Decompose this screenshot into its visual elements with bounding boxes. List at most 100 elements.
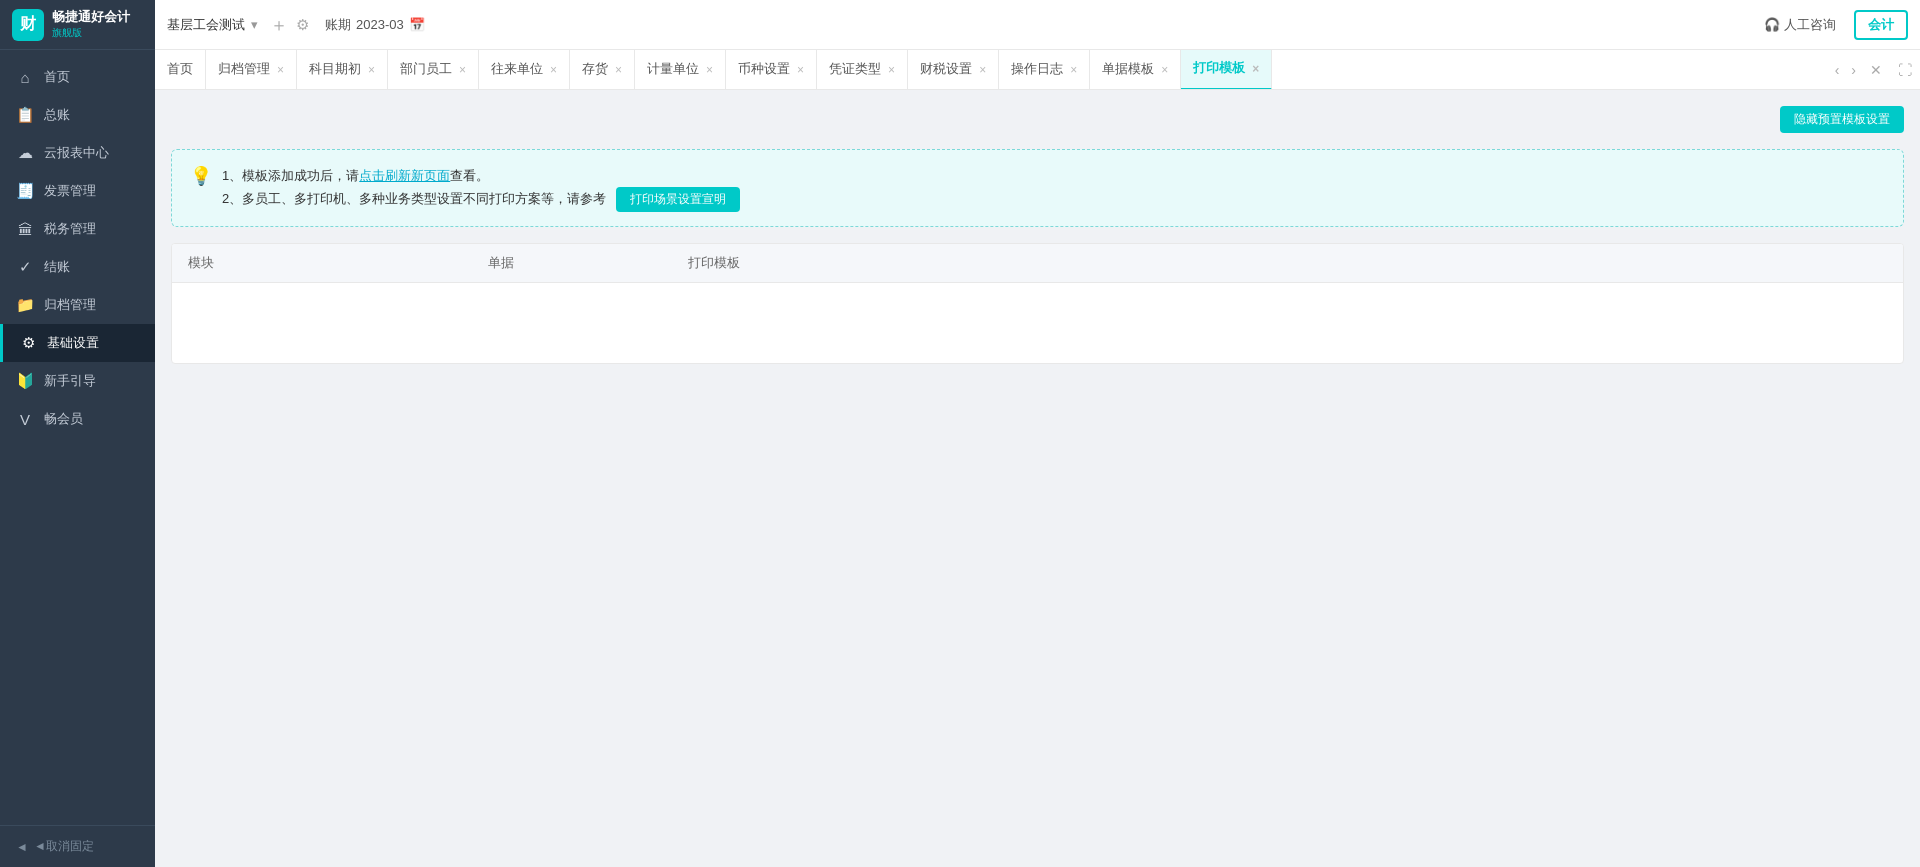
sidebar-label-guide: 新手引导 <box>44 372 96 390</box>
guide-icon: 🔰 <box>16 372 34 390</box>
tab-close-voucher_type[interactable]: × <box>888 63 895 77</box>
member-icon: V <box>16 411 34 428</box>
tab-inventory[interactable]: 存货 × <box>570 50 635 90</box>
tab-print_template[interactable]: 打印模板 × <box>1181 50 1272 90</box>
tab-single_template[interactable]: 单据模板 × <box>1090 50 1181 90</box>
tab-label-inventory: 存货 <box>582 61 608 78</box>
tab-label-single_template: 单据模板 <box>1102 61 1154 78</box>
sidebar-item-reports[interactable]: ☁云报表中心 <box>0 134 155 172</box>
th-单据: 单据 <box>472 244 672 282</box>
sidebar-label-archive: 归档管理 <box>44 296 96 314</box>
tab-close-archive[interactable]: × <box>277 63 284 77</box>
tab-close-unit[interactable]: × <box>706 63 713 77</box>
tab-close-counterparty[interactable]: × <box>550 63 557 77</box>
tab-close-operation_log[interactable]: × <box>1070 63 1077 77</box>
org-selector[interactable]: 基层工会测试 ▾ <box>167 16 258 34</box>
service-button[interactable]: 🎧 人工咨询 <box>1764 16 1836 34</box>
tab-counterparty[interactable]: 往来单位 × <box>479 50 570 90</box>
tab-subject[interactable]: 科目期初 × <box>297 50 388 90</box>
table-header: 模块单据打印模板 <box>172 244 1903 283</box>
content-header: 隐藏预置模板设置 <box>171 106 1904 141</box>
tab-close-print_template[interactable]: × <box>1252 62 1259 76</box>
tab-close-inventory[interactable]: × <box>615 63 622 77</box>
archive-icon: 📁 <box>16 296 34 314</box>
sidebar-item-ledger[interactable]: 📋总账 <box>0 96 155 134</box>
tab-label-unit: 计量单位 <box>647 61 699 78</box>
tab-close-department[interactable]: × <box>459 63 466 77</box>
tab-close-currency[interactable]: × <box>797 63 804 77</box>
sidebar-nav: ⌂首页📋总账☁云报表中心🧾发票管理🏛税务管理✓结账 📁 归档管理 ⚙ 基础设置 🔰 新手引导… <box>0 50 155 825</box>
home-icon: ⌂ <box>16 69 34 86</box>
tab-tax_settings[interactable]: 财税设置 × <box>908 50 999 90</box>
org-chevron-icon: ▾ <box>251 17 258 32</box>
tab-close-single_template[interactable]: × <box>1161 63 1168 77</box>
tab-department[interactable]: 部门员工 × <box>388 50 479 90</box>
app-logo-icon: 财 <box>12 9 44 41</box>
accountant-button[interactable]: 会计 <box>1854 10 1908 40</box>
settings-icon: ⚙ <box>19 334 37 352</box>
tab-next-button[interactable]: › <box>1845 50 1862 90</box>
th-打印模板: 打印模板 <box>672 244 1903 282</box>
th-模块: 模块 <box>172 244 472 282</box>
ledger-icon: 📋 <box>16 106 34 124</box>
tab-archive[interactable]: 归档管理 × <box>206 50 297 90</box>
tab-label-voucher_type: 凭证类型 <box>829 61 881 78</box>
bulb-icon: 💡 <box>190 165 212 187</box>
notice-line1-prefix: 1、模板添加成功后，请 <box>222 168 359 183</box>
tab-voucher_type[interactable]: 凭证类型 × <box>817 50 908 90</box>
print-scene-button[interactable]: 打印场景设置宣明 <box>616 187 740 212</box>
table-empty <box>172 283 1903 363</box>
sidebar-item-invoice[interactable]: 🧾发票管理 <box>0 172 155 210</box>
tab-operation_log[interactable]: 操作日志× <box>999 50 1090 90</box>
topbar: 基层工会测试 ▾ ＋ ⚙ 账期 2023-03 📅 🎧 人工咨询 会计 <box>155 0 1920 50</box>
calendar-icon[interactable]: 📅 <box>409 17 425 32</box>
sidebar-label-tax: 税务管理 <box>44 220 96 238</box>
add-tab-button[interactable]: ＋ <box>270 13 288 37</box>
notice-box: 💡 1、模板添加成功后，请点击刷新新页面查看。 2、多员工、多打印机、多种业务类… <box>171 149 1904 227</box>
sidebar-label-reports: 云报表中心 <box>44 144 109 162</box>
period-value: 2023-03 <box>356 17 404 32</box>
unpin-label: ◄取消固定 <box>34 838 94 855</box>
tab-label-department: 部门员工 <box>400 61 452 78</box>
unpin-icon: ◄ <box>16 840 28 854</box>
tab-label-counterparty: 往来单位 <box>491 61 543 78</box>
app-logo-text: 畅捷通好会计 旗舰版 <box>52 9 130 40</box>
tab-maximize-button[interactable]: ⛶ <box>1890 50 1920 90</box>
sidebar-item-tax[interactable]: 🏛税务管理 <box>0 210 155 248</box>
sidebar-item-settings[interactable]: ⚙ 基础设置 <box>0 324 155 362</box>
sidebar-item-settle[interactable]: ✓结账 <box>0 248 155 286</box>
sidebar-item-member[interactable]: V 畅会员 <box>0 400 155 438</box>
org-name: 基层工会测试 <box>167 16 245 34</box>
tab-label-subject: 科目期初 <box>309 61 361 78</box>
period-display: 账期 2023-03 📅 <box>325 16 425 34</box>
sidebar-footer[interactable]: ◄ ◄取消固定 <box>0 825 155 867</box>
notice-refresh-link[interactable]: 点击刷新新页面 <box>359 168 450 183</box>
notice-line2: 2、多员工、多打印机、多种业务类型设置不同打印方案等，请参考 打印场景设置宣明 <box>222 187 740 212</box>
sidebar-item-home[interactable]: ⌂首页 <box>0 58 155 96</box>
notice-content: 1、模板添加成功后，请点击刷新新页面查看。 2、多员工、多打印机、多种业务类型设… <box>222 164 740 212</box>
tab-home[interactable]: 首页 <box>155 50 206 90</box>
sidebar-label-settings: 基础设置 <box>47 334 99 352</box>
tab-label-print_template: 打印模板 <box>1193 60 1245 77</box>
tab-close-all-button[interactable]: ✕ <box>1862 50 1890 90</box>
tab-label-home: 首页 <box>167 61 193 78</box>
app-logo-title: 畅捷通好会计 <box>52 9 130 26</box>
hide-preview-button[interactable]: 隐藏预置模板设置 <box>1780 106 1904 133</box>
sidebar-item-guide[interactable]: 🔰 新手引导 <box>0 362 155 400</box>
sidebar-logo: 财 畅捷通好会计 旗舰版 <box>0 0 155 50</box>
tab-prev-button[interactable]: ‹ <box>1829 50 1846 90</box>
tab-unit[interactable]: 计量单位 × <box>635 50 726 90</box>
settings-icon[interactable]: ⚙ <box>296 16 309 34</box>
settle-icon: ✓ <box>16 258 34 276</box>
tab-currency[interactable]: 币种设置 × <box>726 50 817 90</box>
tab-actions: ‹ › ✕ ⛶ <box>1829 50 1920 90</box>
tab-label-archive: 归档管理 <box>218 61 270 78</box>
tab-label-tax_settings: 财税设置 <box>920 61 972 78</box>
content-area: 隐藏预置模板设置 💡 1、模板添加成功后，请点击刷新新页面查看。 2、多员工、多… <box>155 90 1920 867</box>
tab-close-tax_settings[interactable]: × <box>979 63 986 77</box>
tab-label-currency: 币种设置 <box>738 61 790 78</box>
tab-close-subject[interactable]: × <box>368 63 375 77</box>
sidebar-item-archive[interactable]: 📁 归档管理 <box>0 286 155 324</box>
sidebar-label-member: 畅会员 <box>44 410 83 428</box>
notice-line2-prefix: 2、多员工、多打印机、多种业务类型设置不同打印方案等，请参考 <box>222 191 606 206</box>
